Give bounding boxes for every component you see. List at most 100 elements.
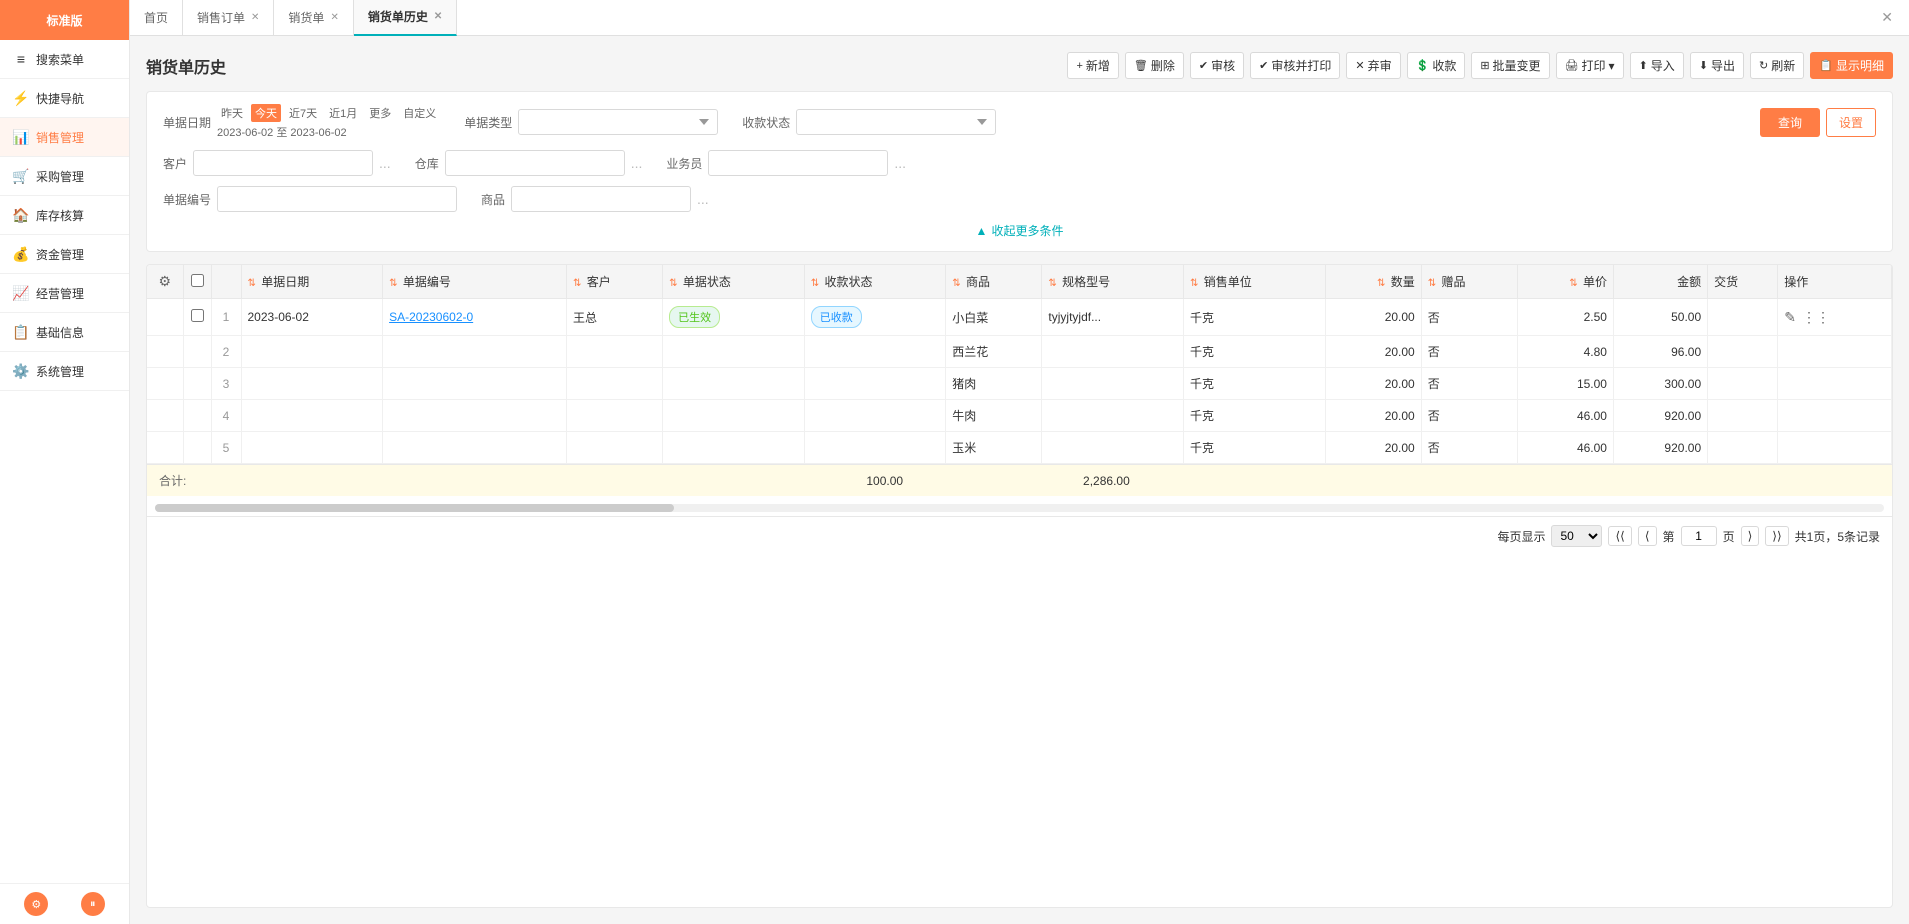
col-goods[interactable]: ⇅ 商品 bbox=[946, 265, 1042, 299]
import-button[interactable]: ⬆ 导入 bbox=[1630, 52, 1684, 79]
sidebar-item-sales-mgmt[interactable]: 📊 销售管理 bbox=[0, 118, 129, 157]
query-button[interactable]: 查询 bbox=[1760, 108, 1820, 137]
edit-action-icon[interactable]: ✎ bbox=[1784, 309, 1796, 326]
show-detail-icon: 📋 bbox=[1819, 59, 1833, 72]
collect-button[interactable]: 💲 收款 bbox=[1407, 52, 1466, 79]
date-tab-today[interactable]: 今天 bbox=[251, 104, 281, 122]
tab-sales-goods[interactable]: 销货单 ✕ bbox=[274, 0, 353, 36]
date-tab-more[interactable]: 更多 bbox=[365, 104, 395, 122]
goods-dots[interactable]: ... bbox=[697, 191, 709, 207]
sidebar-item-ops-mgmt[interactable]: 📈 经营管理 bbox=[0, 274, 129, 313]
sidebar-item-purchase-mgmt[interactable]: 🛒 采购管理 bbox=[0, 157, 129, 196]
column-settings-icon[interactable]: ⚙ bbox=[158, 273, 171, 289]
filter-settings-button[interactable]: 设置 bbox=[1826, 108, 1876, 137]
page-size-select[interactable]: 50 100 200 bbox=[1551, 525, 1602, 547]
cell-trade bbox=[1708, 368, 1778, 400]
export-button[interactable]: ⬇ 导出 bbox=[1690, 52, 1744, 79]
sidebar-pause-icon[interactable]: ⏸ bbox=[81, 892, 105, 916]
customer-input[interactable] bbox=[193, 150, 373, 176]
col-checkbox[interactable] bbox=[183, 265, 211, 299]
tab-home[interactable]: 首页 bbox=[138, 0, 183, 36]
sidebar-item-inventory-calc[interactable]: 🏠 库存核算 bbox=[0, 196, 129, 235]
staff-input[interactable] bbox=[708, 150, 888, 176]
abandon-button[interactable]: ✕ 弃审 bbox=[1346, 52, 1400, 79]
col-order-no[interactable]: ⇅ 单据编号 bbox=[383, 265, 567, 299]
add-button[interactable]: + 新增 bbox=[1067, 52, 1118, 79]
col-gift[interactable]: ⇅ 赠品 bbox=[1421, 265, 1517, 299]
cell-checkbox[interactable] bbox=[183, 336, 211, 368]
date-tab-7days[interactable]: 近7天 bbox=[285, 104, 321, 122]
tab-close-sales-order[interactable]: ✕ bbox=[251, 12, 259, 23]
col-status[interactable]: ⇅ 单据状态 bbox=[663, 265, 805, 299]
delete-icon: 🗑 bbox=[1134, 59, 1148, 72]
col-spec[interactable]: ⇅ 规格型号 bbox=[1042, 265, 1184, 299]
first-page-btn[interactable]: ⟨⟨ bbox=[1608, 526, 1631, 546]
col-unit[interactable]: ⇅ 销售单位 bbox=[1184, 265, 1326, 299]
order-no-input[interactable] bbox=[217, 186, 457, 212]
pay-status-label: 收款状态 bbox=[742, 114, 790, 131]
cell-checkbox[interactable] bbox=[183, 368, 211, 400]
col-date[interactable]: ⇅ 单据日期 bbox=[241, 265, 383, 299]
collapse-button[interactable]: ▲ 收起更多条件 bbox=[163, 222, 1876, 239]
cell-checkbox[interactable] bbox=[183, 400, 211, 432]
cell-goods: 小白菜 bbox=[946, 299, 1042, 336]
audit-button[interactable]: ✔ 审核 bbox=[1190, 52, 1244, 79]
tab-sales-order[interactable]: 销售订单 ✕ bbox=[183, 0, 274, 36]
refresh-button[interactable]: ↻ 刷新 bbox=[1750, 52, 1804, 79]
current-page-input[interactable] bbox=[1681, 526, 1717, 546]
staff-dots[interactable]: ... bbox=[894, 155, 906, 171]
more-action-icon[interactable]: ⋮⋮ bbox=[1802, 309, 1830, 326]
col-customer[interactable]: ⇅ 客户 bbox=[566, 265, 662, 299]
goods-label: 商品 bbox=[481, 191, 505, 208]
audit-print-button[interactable]: ✔ 审核并打印 bbox=[1250, 52, 1340, 79]
last-page-btn[interactable]: ⟩⟩ bbox=[1765, 526, 1788, 546]
goods-input[interactable] bbox=[511, 186, 691, 212]
cell-checkbox[interactable] bbox=[183, 432, 211, 464]
warehouse-dots[interactable]: ... bbox=[631, 155, 643, 171]
cell-customer bbox=[566, 400, 662, 432]
cell-date: 2023-06-02 bbox=[241, 299, 383, 336]
customer-dots[interactable]: ... bbox=[379, 155, 391, 171]
scrollbar-thumb[interactable] bbox=[155, 504, 674, 512]
sidebar-item-basic-info[interactable]: 📋 基础信息 bbox=[0, 313, 129, 352]
next-page-btn[interactable]: ⟩ bbox=[1741, 526, 1760, 546]
batch-change-button[interactable]: ⊞ 批量变更 bbox=[1471, 52, 1549, 79]
tab-close-sales-history[interactable]: ✕ bbox=[434, 11, 442, 22]
sidebar-item-quick-nav[interactable]: ⚡ 快捷导航 bbox=[0, 79, 129, 118]
pay-status-select[interactable] bbox=[796, 109, 996, 135]
tab-close-sales-goods[interactable]: ✕ bbox=[330, 12, 338, 23]
col-pay-status[interactable]: ⇅ 收款状态 bbox=[804, 265, 946, 299]
row-checkbox[interactable] bbox=[191, 309, 204, 322]
tab-sales-history[interactable]: 销货单历史 ✕ bbox=[354, 0, 457, 36]
prev-page-btn[interactable]: ⟨ bbox=[1638, 526, 1657, 546]
select-all-checkbox[interactable] bbox=[191, 274, 204, 287]
delete-button[interactable]: 🗑 删除 bbox=[1125, 52, 1184, 79]
date-tab-custom[interactable]: 自定义 bbox=[399, 104, 440, 122]
collect-icon: 💲 bbox=[1416, 59, 1430, 72]
cell-checkbox[interactable] bbox=[183, 299, 211, 336]
export-icon: ⬇ bbox=[1699, 59, 1708, 72]
col-price[interactable]: ⇅ 单价 bbox=[1517, 265, 1613, 299]
query-settings-group: 查询 设置 bbox=[1760, 108, 1876, 137]
sidebar-item-search-menu[interactable]: ≡ 搜索菜单 bbox=[0, 40, 129, 79]
sidebar-settings-icon[interactable]: ⚙ bbox=[24, 892, 48, 916]
tab-bar-close-all[interactable]: ✕ bbox=[1873, 9, 1901, 26]
show-detail-button[interactable]: 📋 显示明细 bbox=[1810, 52, 1893, 79]
cell-action bbox=[1778, 336, 1892, 368]
cell-amount: 920.00 bbox=[1613, 432, 1707, 464]
type-select[interactable] bbox=[518, 109, 718, 135]
col-qty[interactable]: ⇅ 数量 bbox=[1325, 265, 1421, 299]
warehouse-input[interactable] bbox=[445, 150, 625, 176]
abandon-icon: ✕ bbox=[1355, 59, 1364, 72]
print-button[interactable]: 🖨 打印 ▾ bbox=[1556, 52, 1624, 79]
date-tab-yesterday[interactable]: 昨天 bbox=[217, 104, 247, 122]
horizontal-scrollbar[interactable] bbox=[155, 504, 1884, 512]
col-settings[interactable]: ⚙ bbox=[147, 265, 183, 299]
sidebar-item-funds-mgmt[interactable]: 💰 资金管理 bbox=[0, 235, 129, 274]
filter-warehouse: 仓库 ... bbox=[415, 150, 643, 176]
order-no-link[interactable]: SA-20230602-0 bbox=[389, 310, 473, 324]
filter-row-1: 单据日期 昨天 今天 近7天 近1月 更多 自定义 2023-06-02 至 2… bbox=[163, 104, 1876, 140]
cell-pay-status bbox=[804, 432, 946, 464]
sidebar-item-sys-mgmt[interactable]: ⚙️ 系统管理 bbox=[0, 352, 129, 391]
date-tab-1month[interactable]: 近1月 bbox=[325, 104, 361, 122]
